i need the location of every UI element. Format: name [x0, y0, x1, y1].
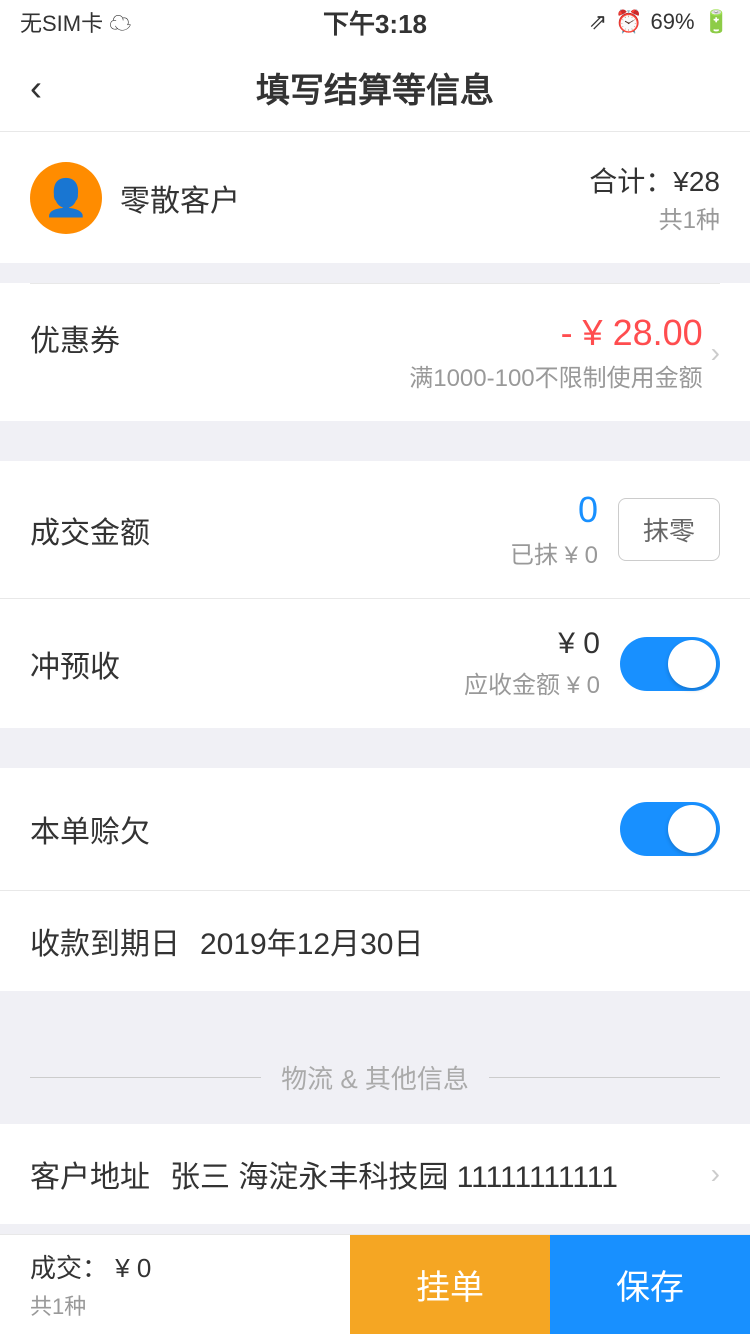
address-section[interactable]: 客户地址 张三 海淀永丰科技园 11111111111 ›: [0, 1124, 750, 1224]
prepay-label: 冲预收: [30, 642, 120, 686]
debt-toggle-knob: [668, 805, 716, 853]
location-icon: ⇗: [589, 9, 607, 35]
debt-section: 本单赊欠 收款到期日 2019年12月30日: [0, 768, 750, 991]
amount-right: 0 已抹 ¥ 0 抹零: [510, 489, 720, 570]
amount-value: 0: [510, 489, 598, 531]
coupon-desc: 满1000-100不限制使用金额: [409, 358, 702, 393]
address-row[interactable]: 客户地址 张三 海淀永丰科技园 11111111111 ›: [0, 1124, 750, 1224]
debt-row: 本单赊欠: [0, 768, 750, 890]
coupon-amount: - ¥ 28.00: [409, 312, 702, 354]
logistics-section-header: 物流 & 其他信息: [0, 1031, 750, 1124]
round-button[interactable]: 抹零: [618, 498, 720, 561]
customer-name: 零散客户: [120, 176, 240, 220]
transaction-section: 成交金额 0 已抹 ¥ 0 抹零 冲预收 ¥ 0 应收金额 ¥ 0: [0, 461, 750, 728]
battery-label: 69%: [651, 9, 695, 35]
logistics-label: 物流 & 其他信息: [281, 1059, 469, 1096]
prepay-toggle[interactable]: [620, 637, 720, 691]
date-value: 2019年12月30日: [200, 919, 423, 963]
coupon-detail: - ¥ 28.00 满1000-100不限制使用金额: [409, 312, 702, 393]
debt-label: 本单赊欠: [30, 807, 150, 851]
coupon-section[interactable]: 优惠券 - ¥ 28.00 满1000-100不限制使用金额 ›: [0, 283, 750, 421]
prepay-row: 冲预收 ¥ 0 应收金额 ¥ 0: [0, 598, 750, 728]
prepay-value: ¥ 0: [464, 627, 600, 661]
bottom-info: 成交： ¥ 0 共1种: [0, 1248, 350, 1321]
debt-toggle[interactable]: [620, 802, 720, 856]
date-label: 收款到期日: [30, 919, 180, 963]
logistics-line-right: [489, 1077, 720, 1078]
prepay-right: ¥ 0 应收金额 ¥ 0: [464, 627, 720, 700]
status-bar: 无SIM卡 ☁ 下午3:18 ⇗ ⏰ 69% 🔋: [0, 0, 750, 44]
customer-section: 👤 零散客户 合计：¥28 共1种: [0, 132, 750, 263]
customer-left: 👤 零散客户: [30, 162, 240, 234]
chevron-right-icon: ›: [711, 1158, 720, 1190]
address-label: 客户地址: [30, 1152, 150, 1196]
toggle-knob: [668, 640, 716, 688]
status-time: 下午3:18: [323, 4, 427, 41]
bottom-bar: 成交： ¥ 0 共1种 挂单 保存: [0, 1234, 750, 1334]
battery-icon: 🔋: [703, 9, 730, 35]
deal-amount: ¥ 0: [115, 1253, 151, 1283]
hang-button[interactable]: 挂单: [350, 1235, 550, 1334]
customer-row: 👤 零散客户 合计：¥28 共1种: [0, 132, 750, 263]
sim-label: 无SIM卡 ☁: [20, 6, 131, 38]
amount-label: 成交金额: [30, 508, 150, 552]
save-button[interactable]: 保存: [550, 1235, 750, 1334]
customer-total: 合计：¥28: [589, 160, 720, 200]
prepay-sub: 应收金额 ¥ 0: [464, 665, 600, 700]
date-row: 收款到期日 2019年12月30日: [0, 890, 750, 991]
section-gap-1: [0, 441, 750, 461]
avatar: 👤: [30, 162, 102, 234]
amount-row: 成交金额 0 已抹 ¥ 0 抹零: [0, 461, 750, 598]
customer-right: 合计：¥28 共1种: [589, 160, 720, 235]
status-right: ⇗ ⏰ 69% 🔋: [589, 9, 730, 35]
section-gap-3: [0, 991, 750, 1011]
bottom-deal: 成交： ¥ 0: [30, 1248, 320, 1285]
coupon-row[interactable]: 优惠券 - ¥ 28.00 满1000-100不限制使用金额 ›: [0, 284, 750, 421]
navbar: ‹ 填写结算等信息: [0, 44, 750, 132]
address-value: 张三 海淀永丰科技园 11111111111: [170, 1152, 701, 1196]
section-gap-2: [0, 728, 750, 748]
logistics-line-left: [30, 1077, 261, 1078]
deal-label: 成交：: [30, 1253, 108, 1283]
page-title: 填写结算等信息: [256, 63, 494, 112]
prepay-value-wrap: ¥ 0 应收金额 ¥ 0: [464, 627, 600, 700]
coupon-label: 优惠券: [30, 312, 120, 360]
alarm-icon: ⏰: [615, 9, 642, 35]
coupon-right: - ¥ 28.00 满1000-100不限制使用金额 ›: [409, 312, 720, 393]
back-button[interactable]: ‹: [30, 67, 42, 109]
status-left: 无SIM卡 ☁: [20, 6, 131, 38]
amount-sub: 已抹 ¥ 0: [510, 535, 598, 570]
chevron-right-icon: ›: [711, 337, 720, 369]
amount-value-wrap: 0 已抹 ¥ 0: [510, 489, 598, 570]
bottom-count: 共1种: [30, 1289, 320, 1321]
customer-count: 共1种: [589, 200, 720, 235]
